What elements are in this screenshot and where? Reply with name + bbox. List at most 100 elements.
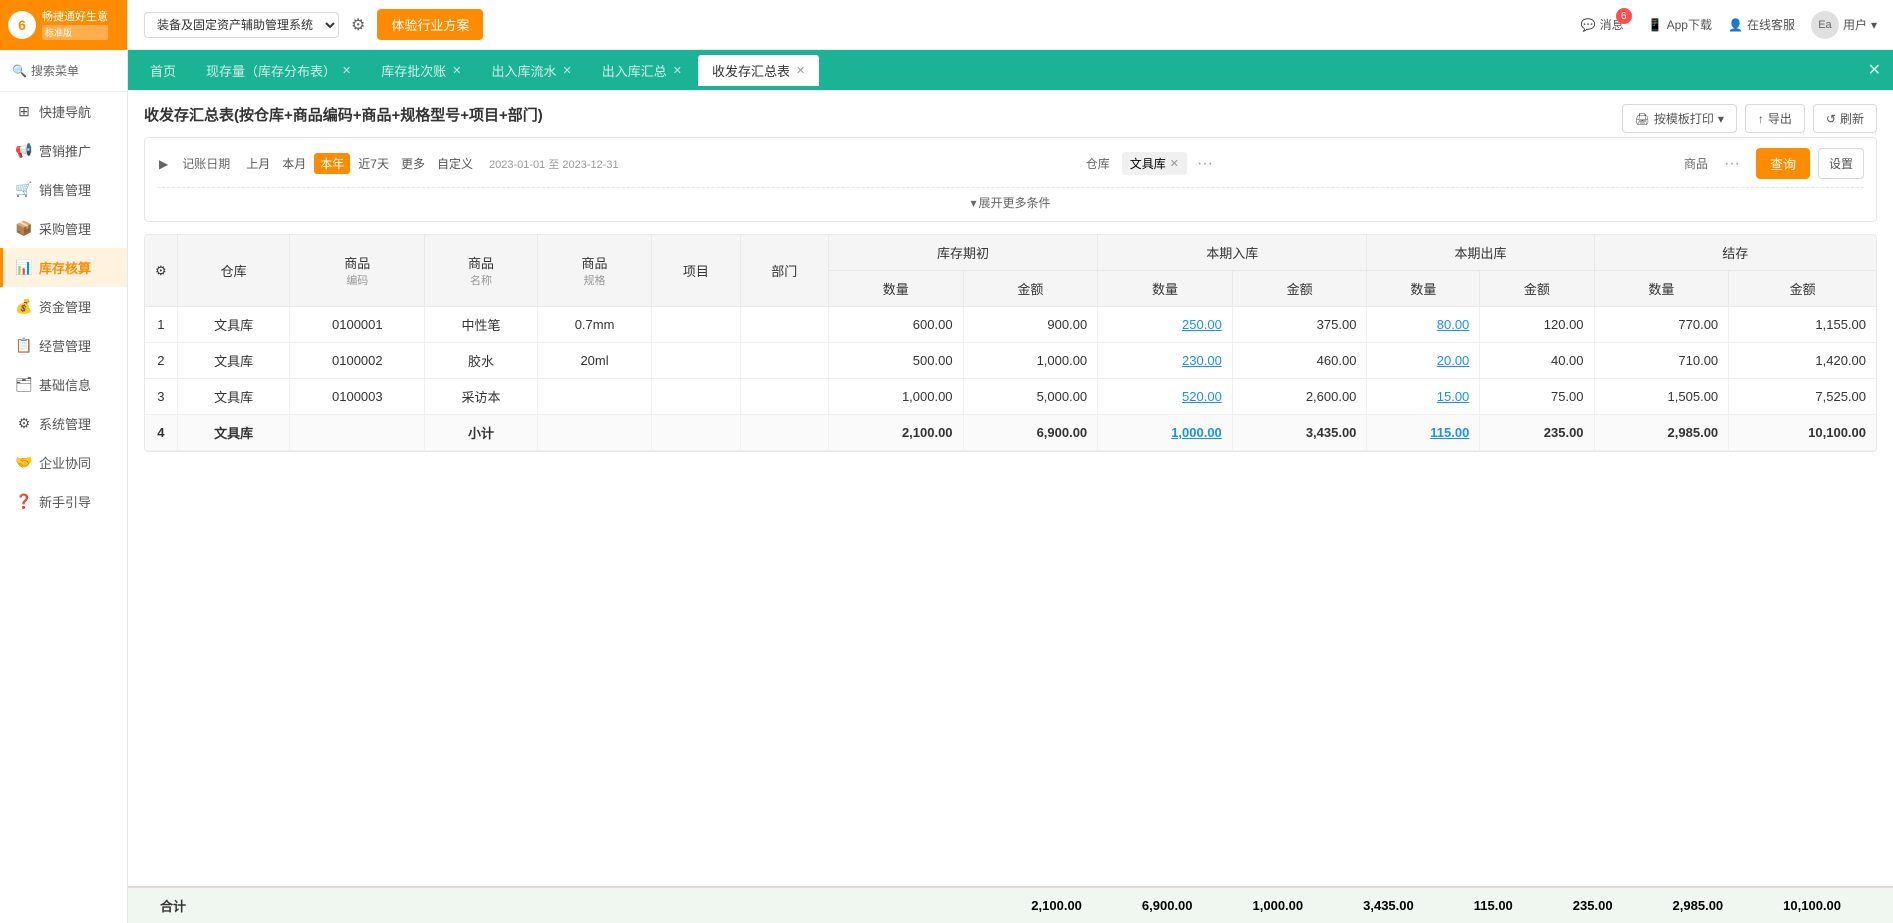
quick-nav-icon: ⊞ — [15, 103, 33, 120]
export-button[interactable]: ↑ 导出 — [1745, 104, 1805, 133]
topbar-right: 💬 消息 6 📱 App下载 👤 在线客服 Ea 用户 ▾ — [1581, 11, 1877, 39]
cell-no: 4 — [145, 415, 177, 451]
sidebar-item-quick-nav[interactable]: ⊞ 快捷导航 — [0, 92, 127, 131]
template-print-button[interactable]: 🖨 按模板打印 ▾ — [1622, 104, 1737, 133]
data-table-wrapper: ⚙ 仓库 商品编码 商品名称 商品规格 项目 部门 库存期初 本期入库 本期出库… — [144, 234, 1877, 452]
search-icon: 🔍 — [12, 64, 27, 78]
system-icon: ⚙ — [15, 415, 33, 432]
cell-no: 2 — [145, 343, 177, 379]
filter-collapse-button[interactable]: ▶ — [157, 155, 170, 173]
cell-in-qty[interactable]: 1,000.00 — [1098, 415, 1233, 451]
cell-close-amt: 1,420.00 — [1729, 343, 1876, 379]
cell-out-qty[interactable]: 115.00 — [1367, 415, 1480, 451]
cell-goods-name: 采访本 — [425, 379, 538, 415]
refresh-button[interactable]: ↺ 刷新 — [1813, 104, 1877, 133]
message-button[interactable]: 💬 消息 6 — [1581, 16, 1624, 33]
sidebar-logo: 6 畅捷通好生意 标准版 — [0, 0, 127, 50]
cell-goods-spec: 20ml — [537, 343, 651, 379]
system-selector[interactable]: 装备及固定资产辅助管理系统 — [144, 12, 339, 38]
warehouse-tag-close[interactable]: ✕ — [1170, 157, 1179, 170]
cell-in-qty[interactable]: 230.00 — [1098, 343, 1233, 379]
col-in-amt-header: 金额 — [1232, 271, 1367, 307]
cell-open-amt: 6,900.00 — [963, 415, 1098, 451]
sidebar-item-operations[interactable]: 📋 经营管理 — [0, 326, 127, 365]
phone-icon: 📱 — [1648, 18, 1663, 32]
tab-close-inout-summary[interactable]: ✕ — [673, 64, 682, 77]
sidebar-item-enterprise[interactable]: 🤝 企业协同 — [0, 443, 127, 482]
user-menu[interactable]: Ea 用户 ▾ — [1811, 11, 1877, 39]
chevron-down-icon: ▾ — [1871, 18, 1877, 32]
logo-title: 畅捷通好生意 — [42, 10, 108, 25]
col-group-closing-header: 结存 — [1594, 235, 1876, 271]
message-icon: 💬 — [1581, 18, 1596, 32]
sales-icon: 🛒 — [15, 181, 33, 198]
sidebar-item-system[interactable]: ⚙ 系统管理 — [0, 404, 127, 443]
online-service-button[interactable]: 👤 在线客服 — [1728, 16, 1795, 33]
cell-project — [652, 379, 740, 415]
tab-recv-send-summary[interactable]: 收发存汇总表 ✕ — [698, 55, 819, 86]
sidebar-item-label: 新手引导 — [39, 492, 91, 511]
tab-close-stock-dist[interactable]: ✕ — [342, 64, 351, 77]
total-open-amt: 6,900.00 — [1142, 898, 1193, 913]
tab-close-inout-flow[interactable]: ✕ — [563, 64, 572, 77]
cell-in-qty[interactable]: 520.00 — [1098, 379, 1233, 415]
settings-button[interactable]: ⚙ — [351, 15, 365, 35]
sidebar-item-label: 库存核算 — [39, 258, 91, 277]
trial-button[interactable]: 体验行业方案 — [377, 9, 483, 40]
cell-out-qty[interactable]: 80.00 — [1367, 307, 1480, 343]
sidebar-item-finance[interactable]: 💰 资金管理 — [0, 287, 127, 326]
cell-goods-spec: 0.7mm — [537, 307, 651, 343]
tab-batch[interactable]: 库存批次账 ✕ — [367, 55, 475, 86]
col-close-qty-header: 数量 — [1594, 271, 1729, 307]
warehouse-filter-more[interactable]: ··· — [1193, 155, 1217, 173]
date-btn-this-month[interactable]: 本月 — [278, 153, 310, 174]
sidebar-item-basic[interactable]: 🗂 基础信息 — [0, 365, 127, 404]
tab-inout-summary[interactable]: 出入库汇总 ✕ — [588, 55, 696, 86]
cell-out-qty[interactable]: 20.00 — [1367, 343, 1480, 379]
warehouse-filter-label: 仓库 — [1086, 155, 1110, 172]
sidebar-item-sales[interactable]: 🛒 销售管理 — [0, 170, 127, 209]
filter-settings-button[interactable]: 设置 — [1818, 148, 1864, 179]
date-btn-last-month[interactable]: 上月 — [242, 153, 274, 174]
cell-department — [740, 343, 828, 379]
guide-icon: ❓ — [15, 493, 33, 510]
sidebar-item-inventory[interactable]: 📊 库存核算 — [0, 248, 127, 287]
tab-home[interactable]: 首页 — [136, 55, 190, 86]
logo-badge: 标准版 — [42, 25, 108, 40]
tab-stock-dist[interactable]: 现存量（库存分布表） ✕ — [192, 55, 365, 86]
warehouse-tags: 文具库 ✕ ··· — [1122, 152, 1217, 175]
total-open-qty: 2,100.00 — [1031, 898, 1082, 913]
cell-project — [652, 415, 740, 451]
app-download-button[interactable]: 📱 App下载 — [1648, 16, 1712, 33]
cell-open-amt: 900.00 — [963, 307, 1098, 343]
total-close-amt: 10,100.00 — [1783, 898, 1841, 913]
cell-goods-spec — [537, 415, 651, 451]
finance-icon: 💰 — [15, 298, 33, 315]
col-open-qty-header: 数量 — [828, 271, 963, 307]
date-btn-last-7days[interactable]: 近7天 — [354, 153, 393, 174]
date-btn-custom[interactable]: 自定义 — [433, 153, 477, 174]
cell-close-amt: 10,100.00 — [1729, 415, 1876, 451]
sidebar-search[interactable]: 🔍 搜索菜单 — [0, 50, 127, 92]
query-button[interactable]: 查询 — [1756, 148, 1810, 179]
date-filter-label: 记账日期 — [182, 155, 230, 172]
cell-open-amt: 5,000.00 — [963, 379, 1098, 415]
expand-more-button[interactable]: ▾ 展开更多条件 — [970, 194, 1050, 211]
search-menu-button[interactable]: 🔍 搜索菜单 — [8, 58, 119, 83]
cell-out-qty[interactable]: 15.00 — [1367, 379, 1480, 415]
goods-filter-more[interactable]: ··· — [1720, 155, 1744, 173]
col-goods-spec-header: 商品规格 — [537, 235, 651, 307]
date-btn-this-year[interactable]: 本年 — [314, 153, 350, 174]
sidebar-item-marketing[interactable]: 📢 营销推广 — [0, 131, 127, 170]
tab-inout-flow[interactable]: 出入库流水 ✕ — [477, 55, 585, 86]
col-goods-code-header: 商品编码 — [290, 235, 425, 307]
sidebar-item-purchase[interactable]: 📦 采购管理 — [0, 209, 127, 248]
tabs-close-all-button[interactable]: ✕ — [1864, 56, 1885, 84]
tab-close-recv-send-summary[interactable]: ✕ — [796, 64, 805, 77]
date-btn-more[interactable]: 更多 — [397, 153, 429, 174]
cell-out-amt: 120.00 — [1480, 307, 1594, 343]
cell-in-qty[interactable]: 250.00 — [1098, 307, 1233, 343]
chevron-down-icon: ▾ — [1718, 112, 1724, 126]
sidebar-item-guide[interactable]: ❓ 新手引导 — [0, 482, 127, 521]
tab-close-batch[interactable]: ✕ — [452, 64, 461, 77]
